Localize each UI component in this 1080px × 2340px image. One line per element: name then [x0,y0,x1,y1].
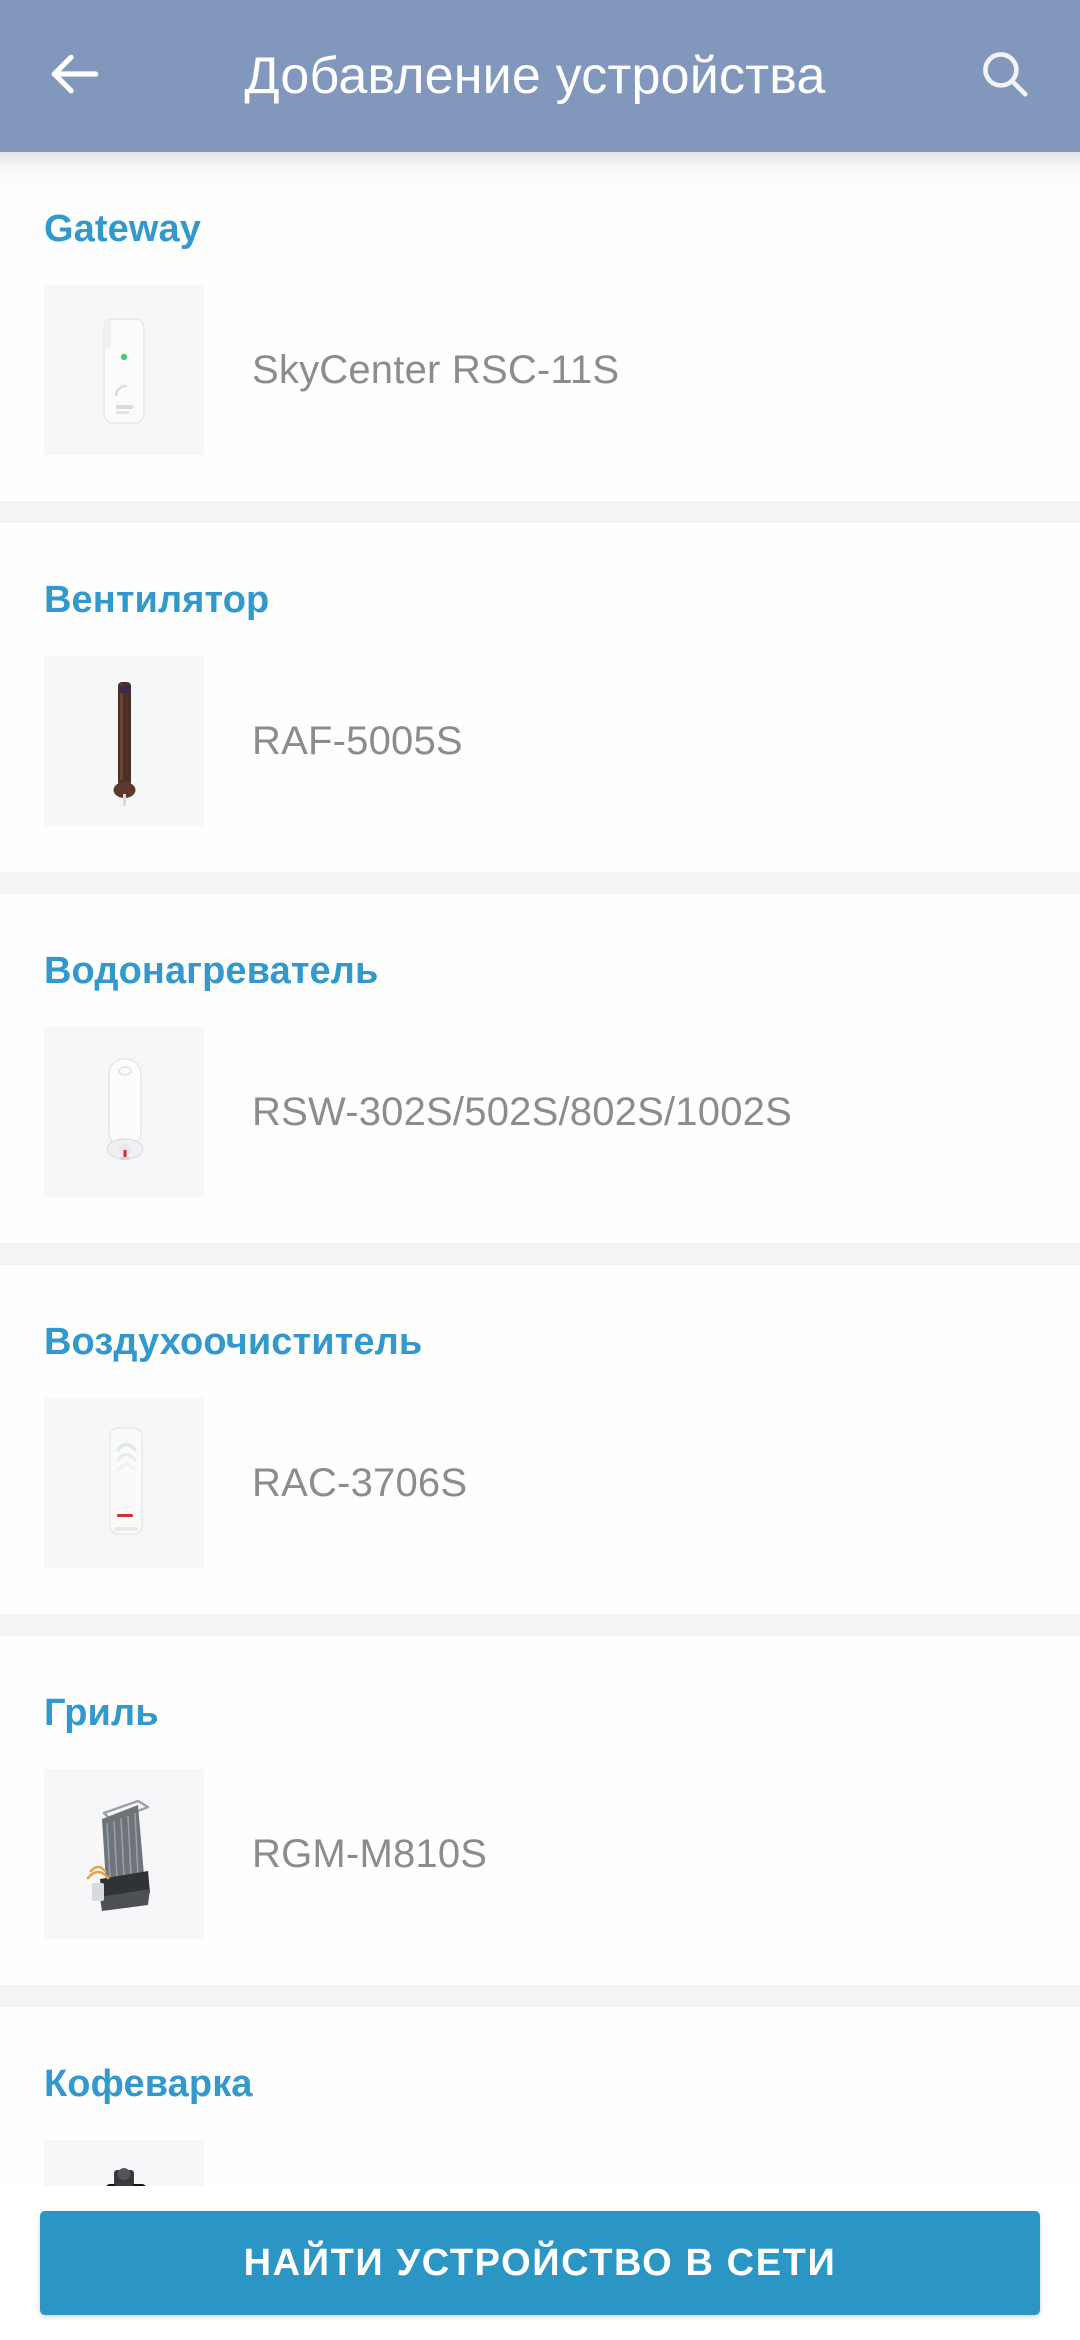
category-section: Gateway SkyCenter RSC-11S [0,152,1080,501]
search-button[interactable] [930,0,1080,152]
section-divider [0,872,1080,894]
category-section: Кофеварка RCM-M1505S [0,2007,1080,2186]
gateway-device-image [44,285,204,455]
category-section: Водонагреватель RSW-302S/502S/802S/1002S [0,894,1080,1243]
category-title: Вентилятор [44,579,270,621]
category-section: Воздухоочиститель RAC-3706S [0,1265,1080,1614]
search-icon [976,45,1034,108]
device-model-label: RAF-5005S [252,718,463,763]
section-divider [0,1614,1080,1636]
device-model-label: RSW-302S/502S/802S/1002S [252,1089,792,1134]
device-model-label: RGM-M810S [252,1831,488,1876]
coffee-maker-device-image [44,2140,204,2186]
back-button[interactable] [0,0,150,152]
device-category-list[interactable]: Gateway SkyCenter RSC-11S Вентилятор RAF… [0,152,1080,2186]
arrow-left-icon [44,43,106,110]
air-purifier-device-image [44,1398,204,1568]
page-title: Добавление устройства [244,47,826,105]
find-device-on-network-button[interactable]: НАЙТИ УСТРОЙСТВО В СЕТИ [40,2211,1040,2315]
device-list-item[interactable]: RGM-M810S [0,1735,1080,1985]
device-list-item[interactable]: RAC-3706S [0,1364,1080,1614]
device-model-label: SkyCenter RSC-11S [252,347,620,392]
category-title: Водонагреватель [44,950,379,992]
app-bar: Добавление устройства [0,0,1080,152]
category-title: Воздухоочиститель [44,1321,423,1363]
category-title: Гриль [44,1692,159,1734]
device-list-item[interactable]: RAF-5005S [0,622,1080,872]
device-model-label: RAC-3706S [252,1460,468,1505]
category-title: Gateway [44,208,202,250]
grill-device-image [44,1769,204,1939]
category-section: Гриль RGM-M810S [0,1636,1080,1985]
tower-fan-device-image [44,656,204,826]
add-device-screen: Добавление устройства Gateway SkyCenter … [0,0,1080,2340]
device-list-item[interactable]: RSW-302S/502S/802S/1002S [0,993,1080,1243]
device-list-item[interactable]: SkyCenter RSC-11S [0,251,1080,501]
water-heater-device-image [44,1027,204,1197]
category-section: Вентилятор RAF-5005S [0,523,1080,872]
section-divider [0,1985,1080,2007]
category-title: Кофеварка [44,2063,253,2105]
bottom-action-bar: НАЙТИ УСТРОЙСТВО В СЕТИ [0,2186,1080,2340]
section-divider [0,1243,1080,1265]
device-list-item[interactable]: RCM-M1505S [0,2106,1080,2186]
section-divider [0,501,1080,523]
